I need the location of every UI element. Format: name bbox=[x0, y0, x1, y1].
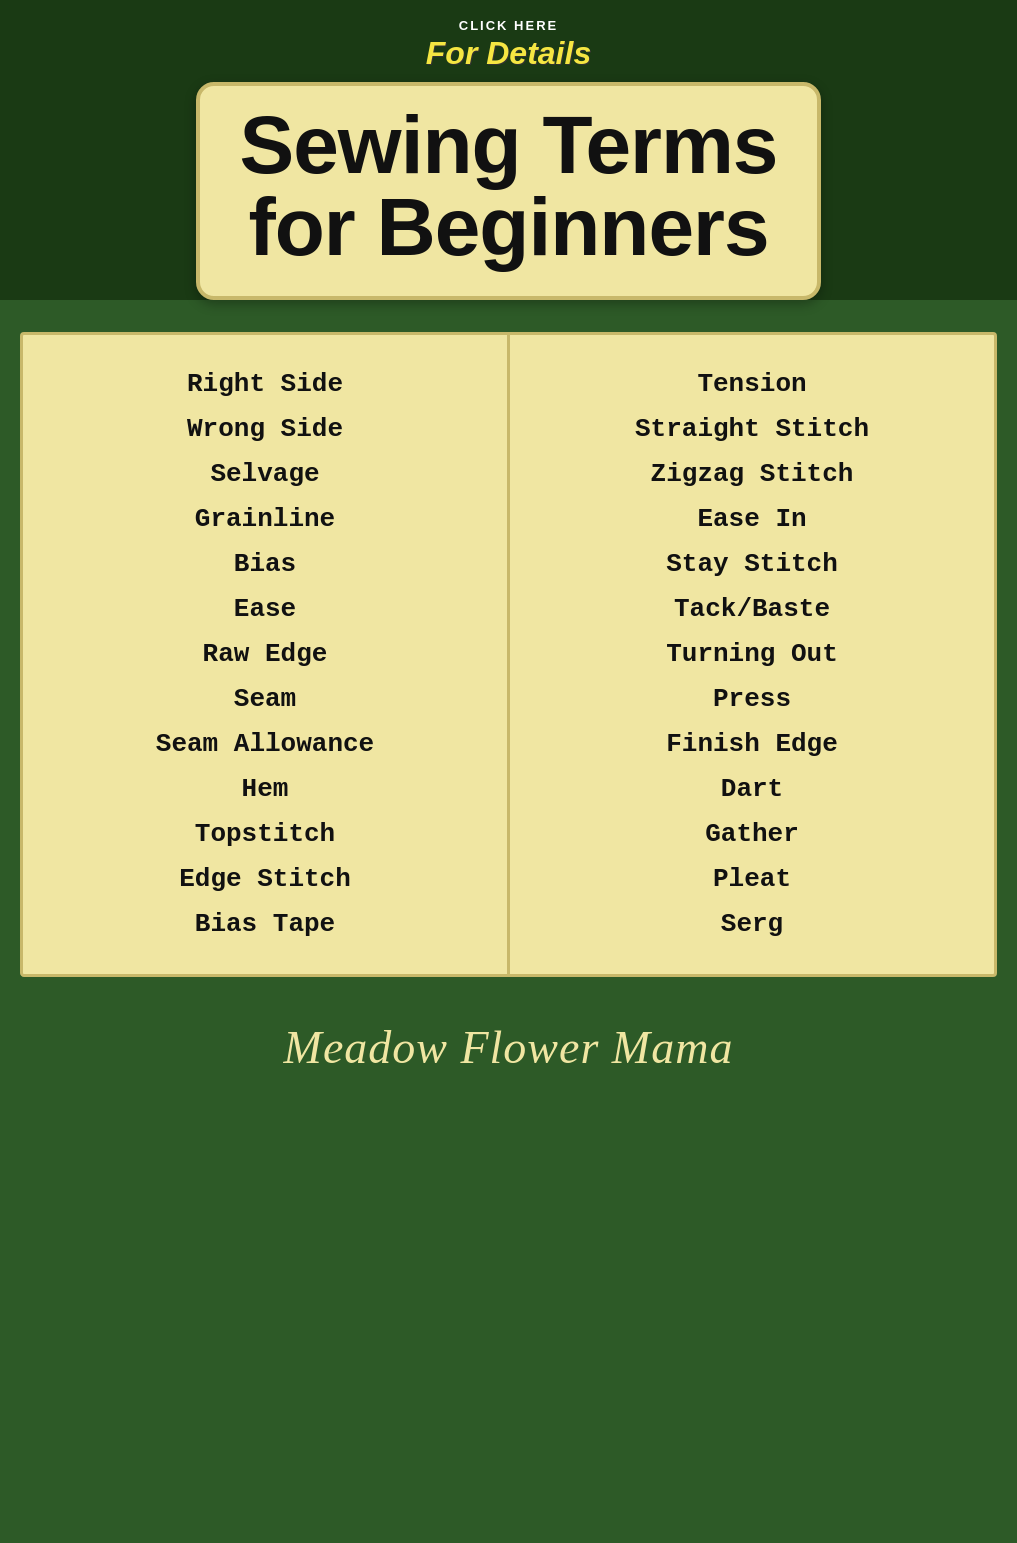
term-item: Ease bbox=[234, 590, 296, 629]
term-item: Tension bbox=[697, 365, 806, 404]
term-item: Seam bbox=[234, 680, 296, 719]
click-here-label[interactable]: CLICK HERE bbox=[459, 18, 558, 33]
term-item: Seam Allowance bbox=[156, 725, 374, 764]
term-item: Press bbox=[713, 680, 791, 719]
left-column: Right Side Wrong Side Selvage Grainline Bias… bbox=[23, 335, 510, 974]
term-item: Bias bbox=[234, 545, 296, 584]
term-item: Bias Tape bbox=[195, 905, 335, 944]
title-card: Sewing Terms for Beginners bbox=[196, 82, 822, 300]
term-item: Dart bbox=[721, 770, 783, 809]
term-item: Topstitch bbox=[195, 815, 335, 854]
page-title: Sewing Terms for Beginners bbox=[240, 104, 778, 268]
term-item: Selvage bbox=[210, 455, 319, 494]
term-item: Turning Out bbox=[666, 635, 838, 674]
right-column: Tension Straight Stitch Zigzag Stitch Ease … bbox=[510, 335, 994, 974]
term-item: Edge Stitch bbox=[179, 860, 351, 899]
for-details-label[interactable]: For Details bbox=[426, 35, 591, 72]
header-section: CLICK HERE For Details Sewing Terms for … bbox=[0, 0, 1017, 300]
term-item: Stay Stitch bbox=[666, 545, 838, 584]
term-item: Zigzag Stitch bbox=[651, 455, 854, 494]
term-item: Right Side bbox=[187, 365, 343, 404]
footer-signature: Meadow Flower Mama bbox=[264, 1011, 754, 1084]
term-item: Pleat bbox=[713, 860, 791, 899]
term-item: Serg bbox=[721, 905, 783, 944]
term-item: Ease In bbox=[697, 500, 806, 539]
term-item: Hem bbox=[242, 770, 289, 809]
term-item: Raw Edge bbox=[203, 635, 328, 674]
terms-grid: Right Side Wrong Side Selvage Grainline Bias… bbox=[20, 332, 997, 977]
term-item: Wrong Side bbox=[187, 410, 343, 449]
term-item: Grainline bbox=[195, 500, 335, 539]
term-item: Straight Stitch bbox=[635, 410, 869, 449]
term-item: Finish Edge bbox=[666, 725, 838, 764]
term-item: Tack/Baste bbox=[674, 590, 830, 629]
term-item: Gather bbox=[705, 815, 799, 854]
